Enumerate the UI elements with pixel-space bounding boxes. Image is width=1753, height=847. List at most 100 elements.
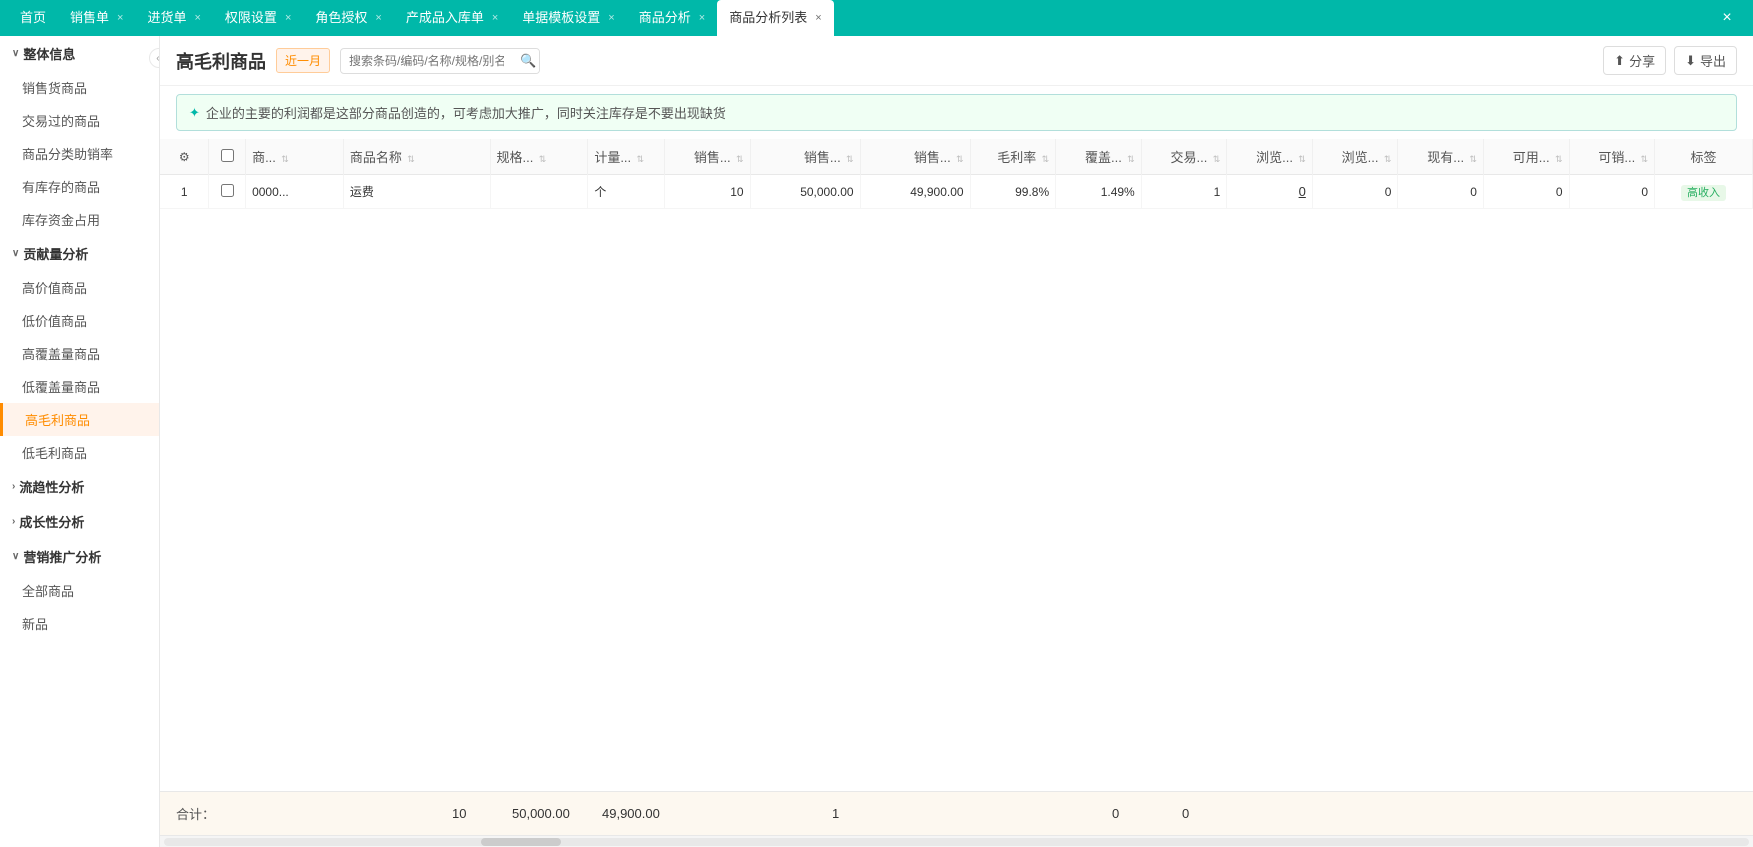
- nav-permissions[interactable]: 权限设置 ×: [213, 0, 303, 36]
- filter-recent-month-button[interactable]: 近一月: [276, 48, 330, 73]
- sort-icon-gross: ⇅: [1042, 154, 1050, 165]
- th-stock1[interactable]: 现有... ⇅: [1398, 139, 1484, 175]
- th-settings[interactable]: ⚙: [160, 139, 209, 175]
- nav-purchase[interactable]: 进货单 ×: [135, 0, 212, 36]
- cell-browse2: 0: [1312, 175, 1398, 209]
- th-trade[interactable]: 交易... ⇅: [1141, 139, 1227, 175]
- nav-purchase-close[interactable]: ×: [194, 0, 200, 36]
- sidebar-item-high-gross[interactable]: 高毛利商品: [0, 403, 159, 436]
- th-unit[interactable]: 计量... ⇅: [588, 139, 665, 175]
- cell-sales-qty: 10: [665, 175, 751, 209]
- th-code[interactable]: 商... ⇅: [246, 139, 344, 175]
- cell-check[interactable]: [209, 175, 246, 209]
- th-sales-amt[interactable]: 销售... ⇅: [750, 139, 860, 175]
- share-button[interactable]: ⬆ 分享: [1603, 46, 1666, 75]
- th-tag[interactable]: 标签: [1655, 139, 1753, 175]
- nav-product-analysis[interactable]: 商品分析 ×: [627, 0, 717, 36]
- nav-roles-close[interactable]: ×: [375, 0, 381, 36]
- nav-finished-goods[interactable]: 产成品入库单 ×: [394, 0, 510, 36]
- th-browse1[interactable]: 浏览... ⇅: [1227, 139, 1313, 175]
- sidebar-item-new-goods[interactable]: 新品: [0, 607, 159, 640]
- sidebar-item-sales-goods[interactable]: 销售货商品: [0, 71, 159, 104]
- sidebar-group-marketing-title[interactable]: ∨ 营销推广分析: [0, 539, 159, 574]
- th-gross-rate[interactable]: 毛利率 ⇅: [970, 139, 1056, 175]
- sidebar-item-high-coverage[interactable]: 高覆盖量商品: [0, 337, 159, 370]
- sidebar-group-trend: › 流趋性分析: [0, 469, 159, 504]
- sidebar-item-low-gross[interactable]: 低毛利商品: [0, 436, 159, 469]
- nav-product-analysis-list-close[interactable]: ×: [815, 0, 821, 36]
- arrow-down-icon: ∨: [12, 48, 19, 59]
- export-button[interactable]: ⬇ 导出: [1674, 46, 1737, 75]
- sidebar-group-trend-title[interactable]: › 流趋性分析: [0, 469, 159, 504]
- sidebar-group-growth-title[interactable]: › 成长性分析: [0, 504, 159, 539]
- footer-stock3: 0: [1176, 806, 1246, 821]
- search-input[interactable]: [341, 50, 512, 72]
- search-button[interactable]: 🔍: [512, 49, 540, 73]
- select-all-checkbox[interactable]: [221, 149, 234, 162]
- sort-icon-sales-cost: ⇅: [956, 154, 964, 165]
- sort-icon-stock2: ⇅: [1555, 154, 1563, 165]
- th-checkbox[interactable]: [209, 139, 246, 175]
- sidebar-item-all-goods[interactable]: 全部商品: [0, 574, 159, 607]
- sidebar-group-overview-title[interactable]: ∨ 整体信息: [0, 36, 159, 71]
- sidebar-item-stock-capital[interactable]: 库存资金占用: [0, 203, 159, 236]
- th-stock3[interactable]: 可销... ⇅: [1569, 139, 1655, 175]
- arrow-down-icon-3: ∨: [12, 551, 19, 562]
- nav-product-analysis-list[interactable]: 商品分析列表 ×: [717, 0, 833, 36]
- sidebar-item-category-rate[interactable]: 商品分类助销率: [0, 137, 159, 170]
- cell-stock2: 0: [1483, 175, 1569, 209]
- sort-icon-code: ⇅: [281, 154, 289, 165]
- footer-sales-cost: 49,900.00: [596, 806, 686, 821]
- sort-icon-browse2: ⇅: [1384, 154, 1392, 165]
- nav-finished-goods-close[interactable]: ×: [492, 0, 498, 36]
- horizontal-scrollbar[interactable]: [160, 835, 1753, 847]
- sidebar-group-contribution-title[interactable]: ∨ 贡献量分析: [0, 236, 159, 271]
- cell-trade: 1: [1141, 175, 1227, 209]
- th-sales-qty[interactable]: 销售... ⇅: [665, 139, 751, 175]
- scroll-thumb[interactable]: [481, 838, 561, 846]
- sidebar-item-low-coverage[interactable]: 低覆盖量商品: [0, 370, 159, 403]
- th-cover[interactable]: 覆盖... ⇅: [1056, 139, 1142, 175]
- row-checkbox[interactable]: [221, 184, 234, 197]
- nav-template-close[interactable]: ×: [608, 0, 614, 36]
- cell-cover: 1.49%: [1056, 175, 1142, 209]
- export-icon: ⬇: [1685, 53, 1696, 69]
- nav-product-analysis-close[interactable]: ×: [699, 0, 705, 36]
- sidebar-item-traded-goods[interactable]: 交易过的商品: [0, 104, 159, 137]
- th-spec[interactable]: 规格... ⇅: [490, 139, 588, 175]
- sort-icon-stock3: ⇅: [1641, 154, 1649, 165]
- cell-code: 0000...: [246, 175, 344, 209]
- nav-sales[interactable]: 销售单 ×: [58, 0, 135, 36]
- cell-stock1: 0: [1398, 175, 1484, 209]
- table-container[interactable]: ⚙ 商... ⇅ 商品名称 ⇅ 规格... ⇅: [160, 139, 1753, 791]
- footer-sales-qty: 10: [446, 806, 506, 821]
- arrow-down-icon-2: ∨: [12, 248, 19, 259]
- sidebar-item-in-stock-goods[interactable]: 有库存的商品: [0, 170, 159, 203]
- sidebar-item-high-value[interactable]: 高价值商品: [0, 271, 159, 304]
- window-close-button[interactable]: ×: [1709, 0, 1745, 36]
- th-sales-cost[interactable]: 销售... ⇅: [860, 139, 970, 175]
- th-browse2[interactable]: 浏览... ⇅: [1312, 139, 1398, 175]
- share-icon: ⬆: [1614, 53, 1625, 69]
- nav-permissions-close[interactable]: ×: [285, 0, 291, 36]
- arrow-right-icon-2: ›: [12, 516, 15, 527]
- th-stock2[interactable]: 可用... ⇅: [1483, 139, 1569, 175]
- cell-tag: 高收入: [1655, 175, 1753, 209]
- cell-num: 1: [160, 175, 209, 209]
- footer-stock2: 0: [1106, 806, 1176, 821]
- sort-icon-spec: ⇅: [539, 154, 547, 165]
- nav-template-settings[interactable]: 单据模板设置 ×: [510, 0, 626, 36]
- arrow-right-icon: ›: [12, 481, 15, 492]
- footer-totals: 10 50,000.00 49,900.00 1 0 0: [236, 806, 1737, 821]
- th-name[interactable]: 商品名称 ⇅: [343, 139, 490, 175]
- footer-trade: 1: [826, 806, 896, 821]
- nav-home[interactable]: 首页: [8, 0, 58, 36]
- nav-sales-close[interactable]: ×: [117, 0, 123, 36]
- sidebar-item-low-value[interactable]: 低价值商品: [0, 304, 159, 337]
- nav-roles[interactable]: 角色授权 ×: [303, 0, 393, 36]
- info-bar: ✦ 企业的主要的利润都是这部分商品创造的，可考虑加大推广，同时关注库存是不要出现…: [176, 94, 1737, 131]
- cell-sales-amt: 50,000.00: [750, 175, 860, 209]
- footer-sales-amt: 50,000.00: [506, 806, 596, 821]
- cell-name: 运费: [343, 175, 490, 209]
- cell-stock3: 0: [1569, 175, 1655, 209]
